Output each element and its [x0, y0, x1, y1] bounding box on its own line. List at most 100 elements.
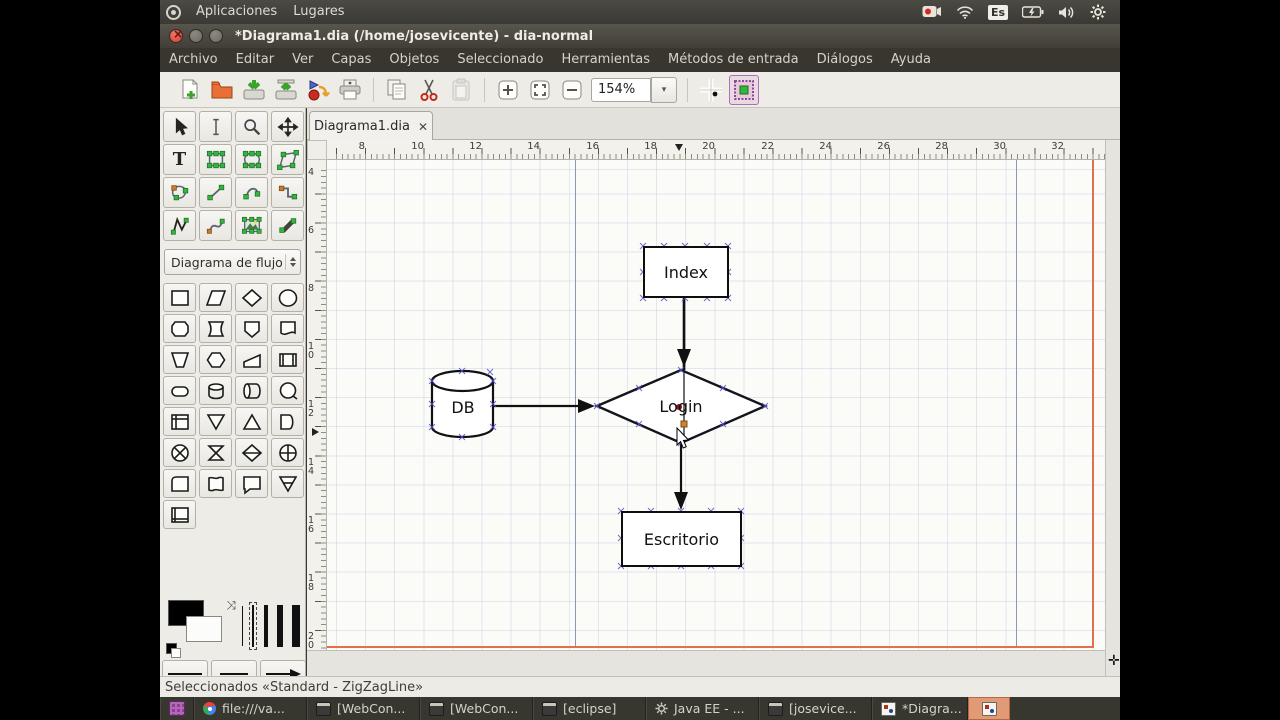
taskbar-item-eclipse[interactable]: [eclipse]: [533, 697, 646, 720]
zigzagline-handle[interactable]: [680, 420, 688, 428]
shape-manual-input[interactable]: [235, 345, 268, 374]
shape-magnetic-disk[interactable]: [235, 376, 268, 405]
menu-dialogos[interactable]: Diálogos: [808, 48, 882, 72]
distributor-logo-icon[interactable]: [166, 4, 181, 20]
zoom-in-icon[interactable]: [494, 76, 522, 104]
applications-menu[interactable]: Aplicaciones: [188, 0, 285, 24]
snap-to-grid-icon[interactable]: [697, 76, 725, 104]
node-index[interactable]: Index: [643, 246, 729, 298]
vertical-scrollbar[interactable]: [1105, 140, 1120, 676]
places-menu[interactable]: Lugares: [285, 0, 352, 24]
shape-summing-junction[interactable]: [163, 438, 196, 467]
menu-objetos[interactable]: Objetos: [380, 48, 448, 72]
menu-metodos-de-entrada[interactable]: Métodos de entrada: [659, 48, 808, 72]
new-diagram-icon[interactable]: [176, 76, 204, 104]
color-selector[interactable]: ⤨: [166, 598, 236, 658]
open-icon[interactable]: [208, 76, 236, 104]
background-color-swatch[interactable]: [186, 616, 222, 642]
beziergon-tool-button[interactable]: [163, 177, 196, 208]
connector-login-escritorio[interactable]: [674, 443, 688, 510]
horizontal-scrollbar[interactable]: [307, 650, 1105, 676]
bezierline-tool-button[interactable]: [199, 210, 232, 241]
canvas-navigate-icon[interactable]: ✛: [1108, 653, 1120, 669]
shape-hexagon[interactable]: [199, 345, 232, 374]
image-tool-button[interactable]: [235, 210, 268, 241]
window-titlebar[interactable]: *Diagrama1.dia (/home/josevicente) - dia…: [160, 24, 1120, 48]
menu-seleccionado[interactable]: Seleccionado: [448, 48, 552, 72]
magnify-tool-button[interactable]: [235, 111, 268, 142]
line-width-3[interactable]: [263, 605, 268, 647]
scroll-tool-button[interactable]: [271, 111, 304, 142]
volume-icon[interactable]: [1058, 6, 1076, 19]
window-minimize-button[interactable]: [189, 29, 203, 43]
shape-terminal[interactable]: [163, 376, 196, 405]
shape-offpage-connector[interactable]: [235, 469, 268, 498]
diagram-tab[interactable]: Diagrama1.dia ✕: [309, 111, 433, 141]
save-as-icon[interactable]: [272, 76, 300, 104]
taskbar-item-webcon1[interactable]: [WebCon...: [307, 697, 420, 720]
wifi-icon[interactable]: [956, 5, 974, 19]
shape-predefined-process[interactable]: [271, 345, 304, 374]
shape-punched-card[interactable]: [199, 314, 232, 343]
shape-display[interactable]: [235, 314, 268, 343]
shape-rounded-box[interactable]: [163, 469, 196, 498]
shape-diamond[interactable]: [235, 283, 268, 312]
menu-herramientas[interactable]: Herramientas: [552, 48, 659, 72]
line-width-4[interactable]: [276, 605, 283, 647]
keyboard-layout-indicator[interactable]: Es: [987, 4, 1008, 20]
paste-icon[interactable]: [447, 76, 475, 104]
export-icon[interactable]: [304, 76, 332, 104]
window-close-button[interactable]: [169, 27, 183, 43]
tab-close-icon[interactable]: ✕: [418, 120, 428, 134]
taskbar-item-dia-active[interactable]: [968, 697, 1010, 720]
default-colors-icon[interactable]: [166, 643, 181, 658]
menu-archivo[interactable]: Archivo: [160, 48, 227, 72]
shape-offline-storage[interactable]: [163, 500, 196, 529]
zoom-out-icon[interactable]: [558, 76, 586, 104]
shape-ellipse[interactable]: [271, 283, 304, 312]
shape-preparation[interactable]: [163, 314, 196, 343]
text-edit-tool-button[interactable]: [199, 111, 232, 142]
print-icon[interactable]: [336, 76, 364, 104]
save-icon[interactable]: [240, 76, 268, 104]
text-tool-button[interactable]: T: [163, 144, 196, 175]
arc-tool-button[interactable]: [235, 177, 268, 208]
line-width-5[interactable]: [292, 605, 300, 647]
shape-magnetic-drum[interactable]: [199, 376, 232, 405]
shape-delay-d[interactable]: [271, 407, 304, 436]
outline-tool-button[interactable]: [271, 210, 304, 241]
shape-collate[interactable]: [199, 438, 232, 467]
shape-internal-storage[interactable]: [163, 407, 196, 436]
copy-icon[interactable]: [383, 76, 411, 104]
window-maximize-button[interactable]: [209, 29, 223, 43]
taskbar-item-josevicente[interactable]: [josevice...: [759, 697, 872, 720]
line-width-1[interactable]: [242, 606, 243, 646]
taskbar-item-java-ee[interactable]: Java EE - ...: [646, 697, 759, 720]
polygon-tool-button[interactable]: [271, 144, 304, 175]
diagram-canvas[interactable]: Index Escritorio DB Login: [327, 160, 1105, 650]
zoom-fit-icon[interactable]: [526, 76, 554, 104]
menu-ver[interactable]: Ver: [283, 48, 322, 72]
session-gear-icon[interactable]: [1090, 4, 1106, 20]
sheet-selector-spinner[interactable]: [285, 254, 300, 270]
line-width-selector[interactable]: [242, 598, 300, 654]
line-width-2[interactable]: [249, 602, 258, 650]
zigzagline-tool-button[interactable]: [271, 177, 304, 208]
node-escritorio[interactable]: Escritorio: [621, 511, 742, 567]
cut-icon[interactable]: [415, 76, 443, 104]
show-connection-points-icon[interactable]: [729, 74, 759, 105]
shape-parallelogram[interactable]: [199, 283, 232, 312]
polyline-tool-button[interactable]: [163, 210, 196, 241]
taskbar-item-browser[interactable]: file:///va...: [194, 697, 307, 720]
taskbar-item-diagrama[interactable]: *Diagra...: [872, 697, 968, 720]
taskbar-item-webcon2[interactable]: [WebCon...: [420, 697, 533, 720]
ellipse-tool-button[interactable]: [235, 144, 268, 175]
battery-icon[interactable]: [1022, 6, 1044, 18]
zoom-dropdown-button[interactable]: ▾: [651, 76, 677, 103]
shape-manual-operation[interactable]: [163, 345, 196, 374]
zoom-level-input[interactable]: 154%: [591, 77, 651, 102]
shape-delay-circle[interactable]: [271, 376, 304, 405]
shape-merge-triangle[interactable]: [235, 407, 268, 436]
sheet-selector[interactable]: Diagrama de flujo: [164, 249, 301, 275]
shape-document[interactable]: [271, 314, 304, 343]
